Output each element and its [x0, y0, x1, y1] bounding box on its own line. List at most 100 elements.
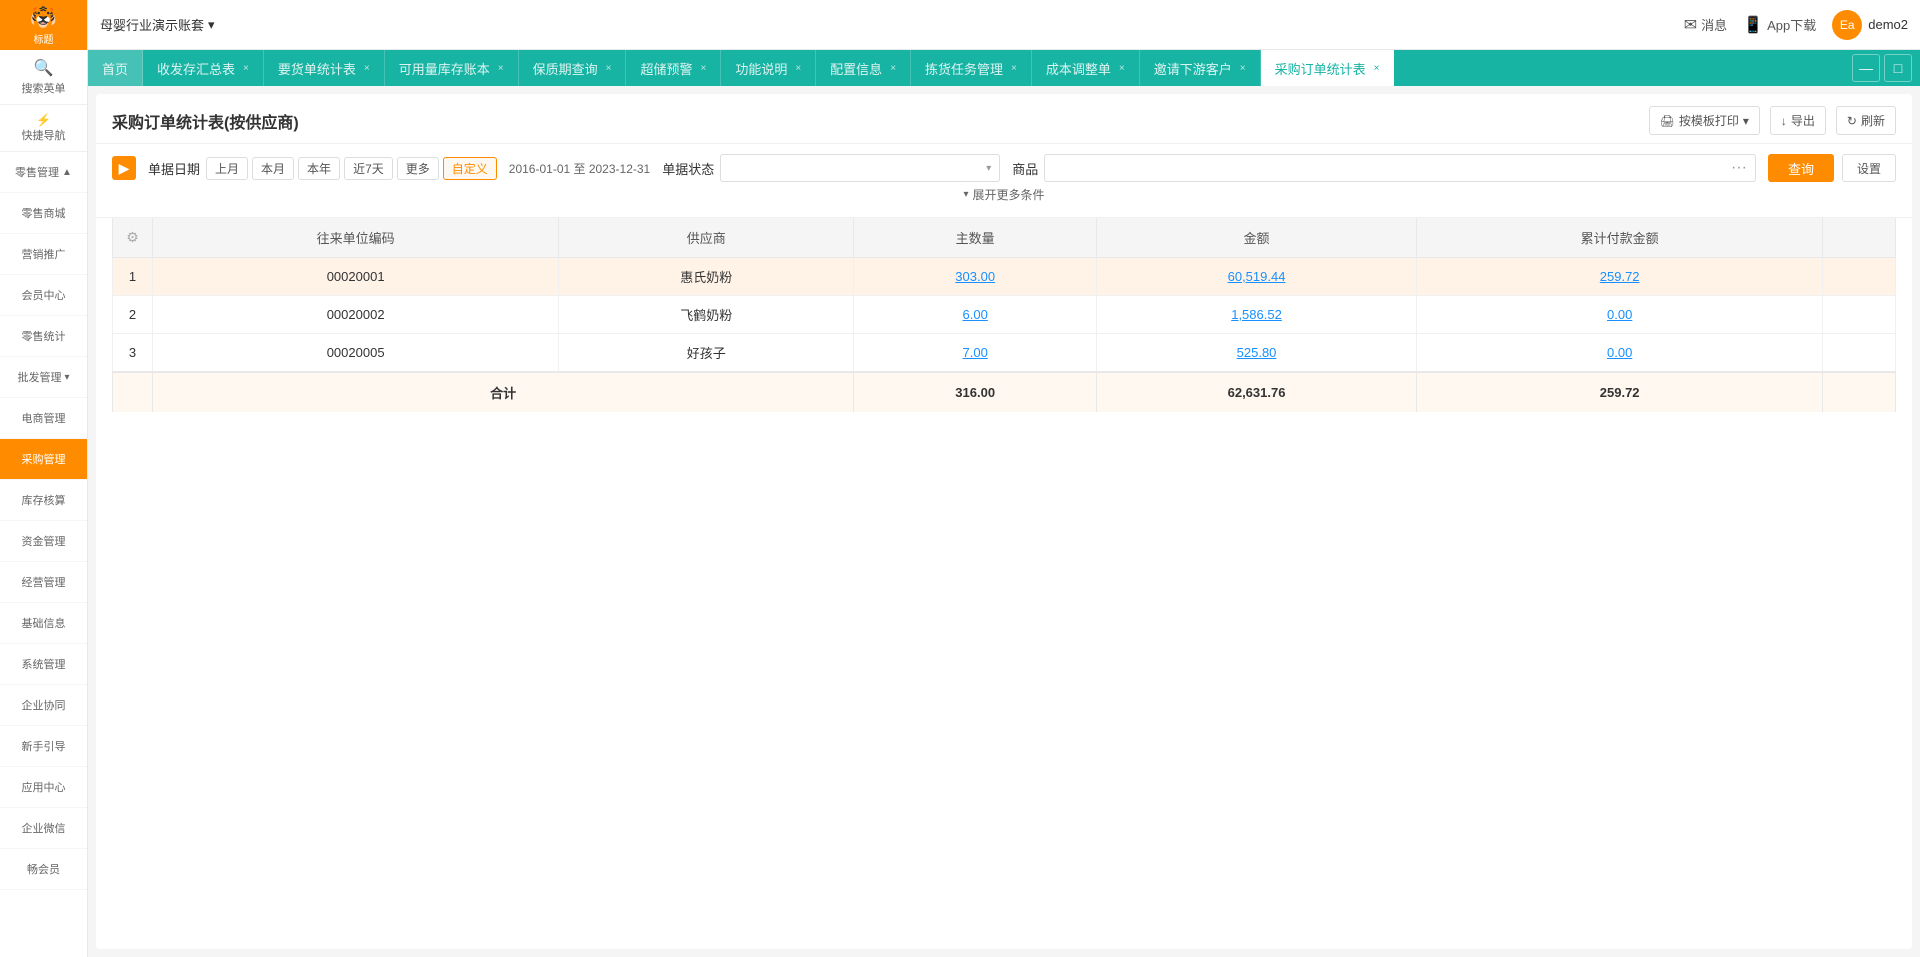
paid-link[interactable]: 0.00	[1607, 345, 1632, 360]
app-logo[interactable]: 🐯 标题	[0, 0, 87, 50]
td-code: 00020001	[153, 258, 559, 296]
tab-label: 功能说明	[735, 59, 787, 78]
td-extra	[1823, 296, 1896, 334]
tab-overstock-warning[interactable]: 超储预警 ×	[626, 50, 721, 86]
close-tab-btn[interactable]: —	[1852, 54, 1880, 82]
sidebar-item-system[interactable]: 系统管理	[0, 644, 87, 685]
tab-label: 拣货任务管理	[925, 59, 1003, 78]
sidebar-item-inventory[interactable]: 库存核算	[0, 480, 87, 521]
close-icon[interactable]: ×	[890, 63, 896, 74]
paid-link[interactable]: 259.72	[1600, 269, 1640, 284]
topbar: 母婴行业演示账套 ▾ ✉ 消息 📱 App下载 Ea demo2	[88, 0, 1920, 50]
close-icon[interactable]: ×	[1119, 63, 1125, 74]
download-icon: 📱	[1743, 15, 1763, 35]
data-table: ⚙ 往来单位编码 供应商 主数量 金额 累计付款金额 1	[112, 218, 1896, 412]
query-button[interactable]: 查询	[1768, 154, 1834, 182]
td-amount: 60,519.44	[1097, 258, 1417, 296]
tab-label: 邀请下游客户	[1154, 59, 1232, 78]
sidebar-item-guide[interactable]: 新手引导	[0, 726, 87, 767]
sidebar-item-retail-stats[interactable]: 零售统计	[0, 316, 87, 357]
tab-label: 保质期查询	[533, 59, 598, 78]
date-btn-7days[interactable]: 近7天	[344, 157, 393, 180]
tab-pick-task[interactable]: 拣货任务管理 ×	[911, 50, 1032, 86]
tab-invite-downstream[interactable]: 邀请下游客户 ×	[1140, 50, 1261, 86]
date-btn-last-month[interactable]: 上月	[206, 157, 248, 180]
tab-purchase-order-stats[interactable]: 采购订单统计表 ×	[1261, 50, 1395, 86]
qty-link[interactable]: 303.00	[955, 269, 995, 284]
expand-label: 展开更多条件	[973, 186, 1045, 203]
date-btn-this-year[interactable]: 本年	[298, 157, 340, 180]
tab-expiry-query[interactable]: 保质期查询 ×	[519, 50, 627, 86]
avatar: Ea	[1832, 10, 1862, 40]
sidebar: 🐯 标题 🔍 搜索英单 ⚡ 快捷导航 零售管理 ▲ 零售商城 营销推广 会员中心…	[0, 0, 88, 957]
tab-function-desc[interactable]: 功能说明 ×	[721, 50, 816, 86]
tab-order-stats[interactable]: 要货单统计表 ×	[264, 50, 385, 86]
th-supplier: 供应商	[559, 218, 854, 258]
filter-toggle-btn[interactable]: ▶	[112, 156, 136, 180]
export-button[interactable]: ↓ 导出	[1770, 106, 1826, 135]
amount-link[interactable]: 60,519.44	[1228, 269, 1286, 284]
goods-dots-btn[interactable]: ···	[1731, 159, 1747, 177]
close-icon[interactable]: ×	[606, 63, 612, 74]
expand-more-btn[interactable]: ▾ 展开更多条件	[112, 182, 1896, 207]
amount-link[interactable]: 1,586.52	[1231, 307, 1282, 322]
sidebar-item-ecommerce[interactable]: 电商管理	[0, 398, 87, 439]
sidebar-item-app-center[interactable]: 应用中心	[0, 767, 87, 808]
paid-link[interactable]: 0.00	[1607, 307, 1632, 322]
workspace-selector[interactable]: 母婴行业演示账套 ▾	[100, 15, 1676, 34]
sidebar-item-search[interactable]: 🔍 搜索英单	[0, 50, 87, 105]
tab-collection-summary[interactable]: 收发存汇总表 ×	[143, 50, 264, 86]
sidebar-item-wechat[interactable]: 企业微信	[0, 808, 87, 849]
tab-home-label: 首页	[102, 59, 128, 78]
table-footer-row: 合计 316.00 62,631.76 259.72	[113, 372, 1896, 412]
date-btn-this-month[interactable]: 本月	[252, 157, 294, 180]
column-settings-icon[interactable]: ⚙	[126, 229, 139, 245]
qty-link[interactable]: 7.00	[963, 345, 988, 360]
print-button[interactable]: 🖨 按模板打印 ▾	[1649, 106, 1760, 135]
close-icon[interactable]: ×	[1374, 63, 1380, 74]
tab-home[interactable]: 首页	[88, 50, 143, 86]
close-icon[interactable]: ×	[1011, 63, 1017, 74]
status-filter: 单据状态 ▾	[662, 154, 1000, 182]
username: demo2	[1868, 17, 1908, 32]
tab-config-info[interactable]: 配置信息 ×	[816, 50, 911, 86]
close-icon[interactable]: ×	[498, 63, 504, 74]
status-select-arrow: ▾	[986, 163, 991, 174]
goods-input[interactable]: ···	[1044, 154, 1756, 182]
close-icon[interactable]: ×	[700, 63, 706, 74]
date-btn-more[interactable]: 更多	[397, 157, 439, 180]
status-select[interactable]: ▾	[720, 154, 1000, 182]
sidebar-item-basic-info[interactable]: 基础信息	[0, 603, 87, 644]
refresh-button[interactable]: ↻ 刷新	[1836, 106, 1896, 135]
sidebar-item-finance[interactable]: 资金管理	[0, 521, 87, 562]
td-extra	[1823, 334, 1896, 373]
sidebar-item-operations[interactable]: 经营管理	[0, 562, 87, 603]
sidebar-item-member[interactable]: 会员中心	[0, 275, 87, 316]
maximize-tab-btn[interactable]: □	[1884, 54, 1912, 82]
sidebar-item-quick-nav[interactable]: ⚡ 快捷导航	[0, 105, 87, 152]
td-paid: 0.00	[1417, 296, 1823, 334]
date-label: 单据日期	[148, 159, 200, 178]
sidebar-item-marketing[interactable]: 营销推广	[0, 234, 87, 275]
sidebar-item-purchase[interactable]: 采购管理	[0, 439, 87, 480]
sidebar-item-enterprise[interactable]: 企业协同	[0, 685, 87, 726]
close-icon[interactable]: ×	[243, 63, 249, 74]
close-icon[interactable]: ×	[795, 63, 801, 74]
qty-link[interactable]: 6.00	[963, 307, 988, 322]
close-icon[interactable]: ×	[364, 63, 370, 74]
td-index: 1	[113, 258, 153, 296]
close-icon[interactable]: ×	[1240, 63, 1246, 74]
user-menu[interactable]: Ea demo2	[1832, 10, 1908, 40]
sidebar-item-vip[interactable]: 畅会员	[0, 849, 87, 890]
date-btn-custom[interactable]: 自定义	[443, 157, 497, 180]
settings-button[interactable]: 设置	[1842, 154, 1896, 182]
tab-available-stock[interactable]: 可用量库存账本 ×	[385, 50, 519, 86]
amount-link[interactable]: 525.80	[1237, 345, 1277, 360]
sidebar-item-wholesale[interactable]: 批发管理 ▾	[0, 357, 87, 398]
message-action[interactable]: ✉ 消息	[1684, 15, 1727, 35]
sidebar-item-retail-store[interactable]: 零售商城	[0, 193, 87, 234]
tab-cost-adjust[interactable]: 成本调整单 ×	[1032, 50, 1140, 86]
refresh-icon: ↻	[1847, 114, 1857, 128]
sidebar-item-retail-mgmt[interactable]: 零售管理 ▲	[0, 152, 87, 193]
app-download-action[interactable]: 📱 App下载	[1743, 15, 1816, 35]
